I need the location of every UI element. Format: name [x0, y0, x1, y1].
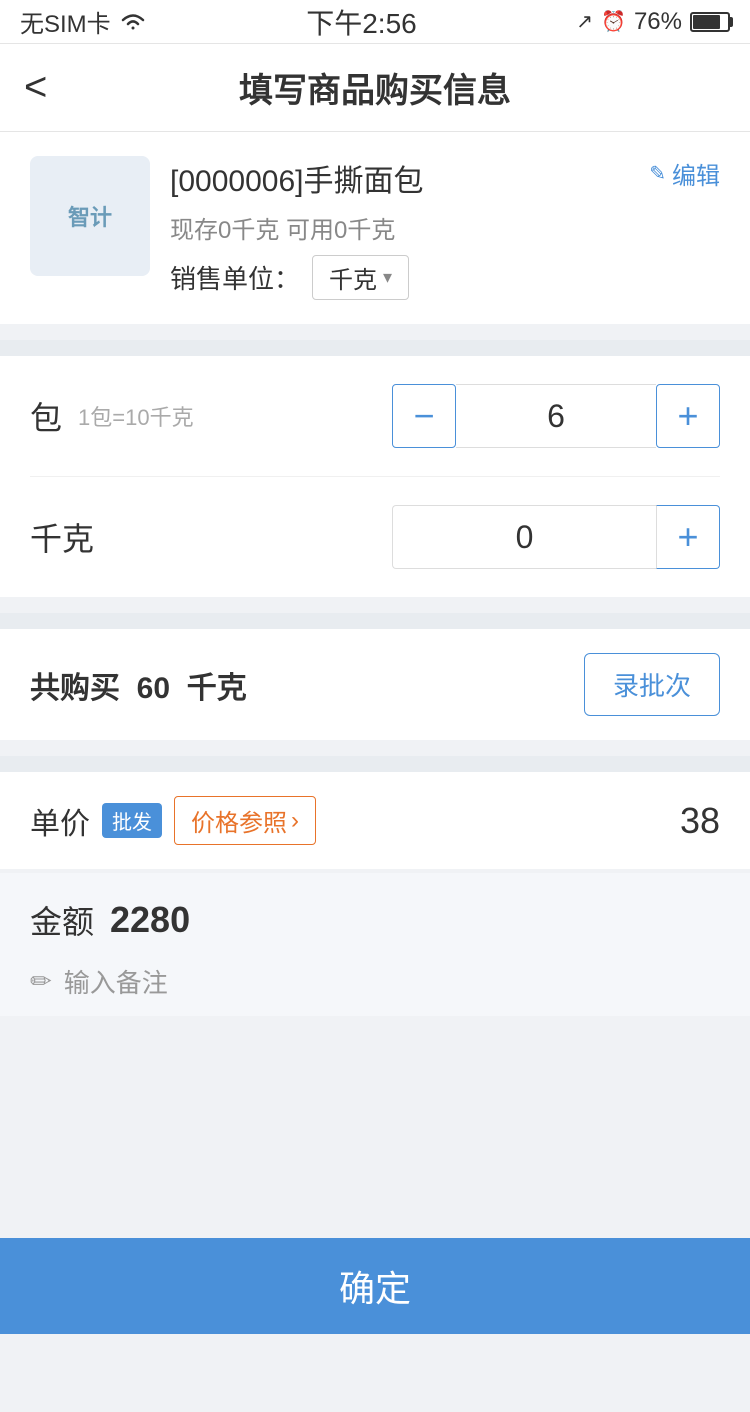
amount-row: 金额 2280	[30, 897, 720, 943]
price-ref-button[interactable]: 价格参照 ›	[174, 796, 316, 845]
amount-label: 金额	[30, 897, 94, 943]
amount-section: 金额 2280 ✏ 输入备注	[0, 873, 750, 1016]
bao-input-row: 包 1包=10千克 − 6 +	[30, 356, 720, 477]
status-right: ↗ ⏰ 76%	[576, 8, 730, 36]
page-content: 智计 [0000006]手撕面包 现存0千克 可用0千克 销售单位： 千克 ▾ …	[0, 132, 750, 1412]
kg-value[interactable]: 0	[392, 505, 656, 569]
kg-plus-button[interactable]: +	[656, 505, 720, 569]
product-logo: 智计	[68, 200, 112, 232]
price-section: 单价 批发 价格参照 › 38	[0, 772, 750, 869]
price-label-group: 单价 批发 价格参照 ›	[30, 796, 316, 845]
price-row: 单价 批发 价格参照 › 38	[30, 796, 720, 845]
nav-bar: < 填写商品购买信息	[0, 44, 750, 132]
status-time: 下午2:56	[306, 2, 417, 42]
pencil-icon: ✏	[30, 966, 52, 997]
back-button[interactable]: <	[24, 65, 47, 110]
bao-plus-button[interactable]: +	[656, 384, 720, 448]
kg-label: 千克	[30, 514, 94, 560]
total-label: 共购买	[30, 672, 120, 705]
battery-pct: 76%	[634, 8, 682, 36]
amount-value: 2280	[110, 899, 190, 941]
alarm-icon: ⏰	[601, 9, 626, 34]
input-section: 包 1包=10千克 − 6 + 千克 0 +	[0, 356, 750, 597]
product-info: [0000006]手撕面包 现存0千克 可用0千克 销售单位： 千克 ▾	[170, 156, 720, 300]
product-name: [0000006]手撕面包	[170, 156, 720, 200]
bao-hint: 1包=10千克	[78, 400, 194, 432]
batch-button[interactable]: 录批次	[584, 653, 720, 716]
bao-value[interactable]: 6	[456, 384, 656, 448]
product-unit-row: 销售单位： 千克 ▾	[170, 255, 720, 300]
kg-input-row: 千克 0 +	[30, 477, 720, 597]
total-text: 共购买 60 千克	[30, 663, 247, 707]
product-stock: 现存0千克 可用0千克	[170, 210, 720, 245]
kg-stepper: 0 +	[392, 505, 720, 569]
status-carrier: 无SIM卡	[20, 4, 147, 39]
price-label: 单价	[30, 799, 90, 843]
confirm-button[interactable]: 确定	[0, 1238, 750, 1334]
price-ref-label: 价格参照	[191, 803, 287, 838]
carrier-text: 无SIM卡	[20, 4, 111, 39]
location-icon: ↗	[576, 9, 593, 34]
pifa-badge: 批发	[102, 803, 162, 838]
edit-icon: ✎	[649, 161, 666, 186]
price-value[interactable]: 38	[680, 800, 720, 842]
product-thumbnail: 智计	[30, 156, 150, 276]
page-title: 填写商品购买信息	[239, 63, 511, 112]
edit-label: 编辑	[672, 156, 720, 191]
unit-dropdown-icon: ▾	[383, 267, 392, 288]
remark-row[interactable]: ✏ 输入备注	[30, 963, 720, 1000]
unit-label: 销售单位：	[170, 259, 300, 296]
bao-label: 包 1包=10千克	[30, 393, 194, 439]
section-divider-2	[0, 613, 750, 629]
total-unit: 千克	[187, 672, 247, 705]
bao-stepper: − 6 +	[392, 384, 720, 448]
total-value: 60	[137, 672, 170, 705]
wifi-icon	[119, 12, 147, 32]
unit-select[interactable]: 千克 ▾	[312, 255, 409, 300]
remark-placeholder: 输入备注	[64, 963, 168, 1000]
status-bar: 无SIM卡 下午2:56 ↗ ⏰ 76%	[0, 0, 750, 44]
price-ref-arrow: ›	[291, 807, 299, 835]
edit-button[interactable]: ✎ 编辑	[649, 156, 720, 191]
product-card: 智计 [0000006]手撕面包 现存0千克 可用0千克 销售单位： 千克 ▾ …	[0, 132, 750, 324]
bao-minus-button[interactable]: −	[392, 384, 456, 448]
section-divider-1	[0, 340, 750, 356]
section-divider-3	[0, 756, 750, 772]
unit-value: 千克	[329, 260, 377, 295]
total-section: 共购买 60 千克 录批次	[0, 629, 750, 740]
battery-icon	[690, 12, 730, 32]
